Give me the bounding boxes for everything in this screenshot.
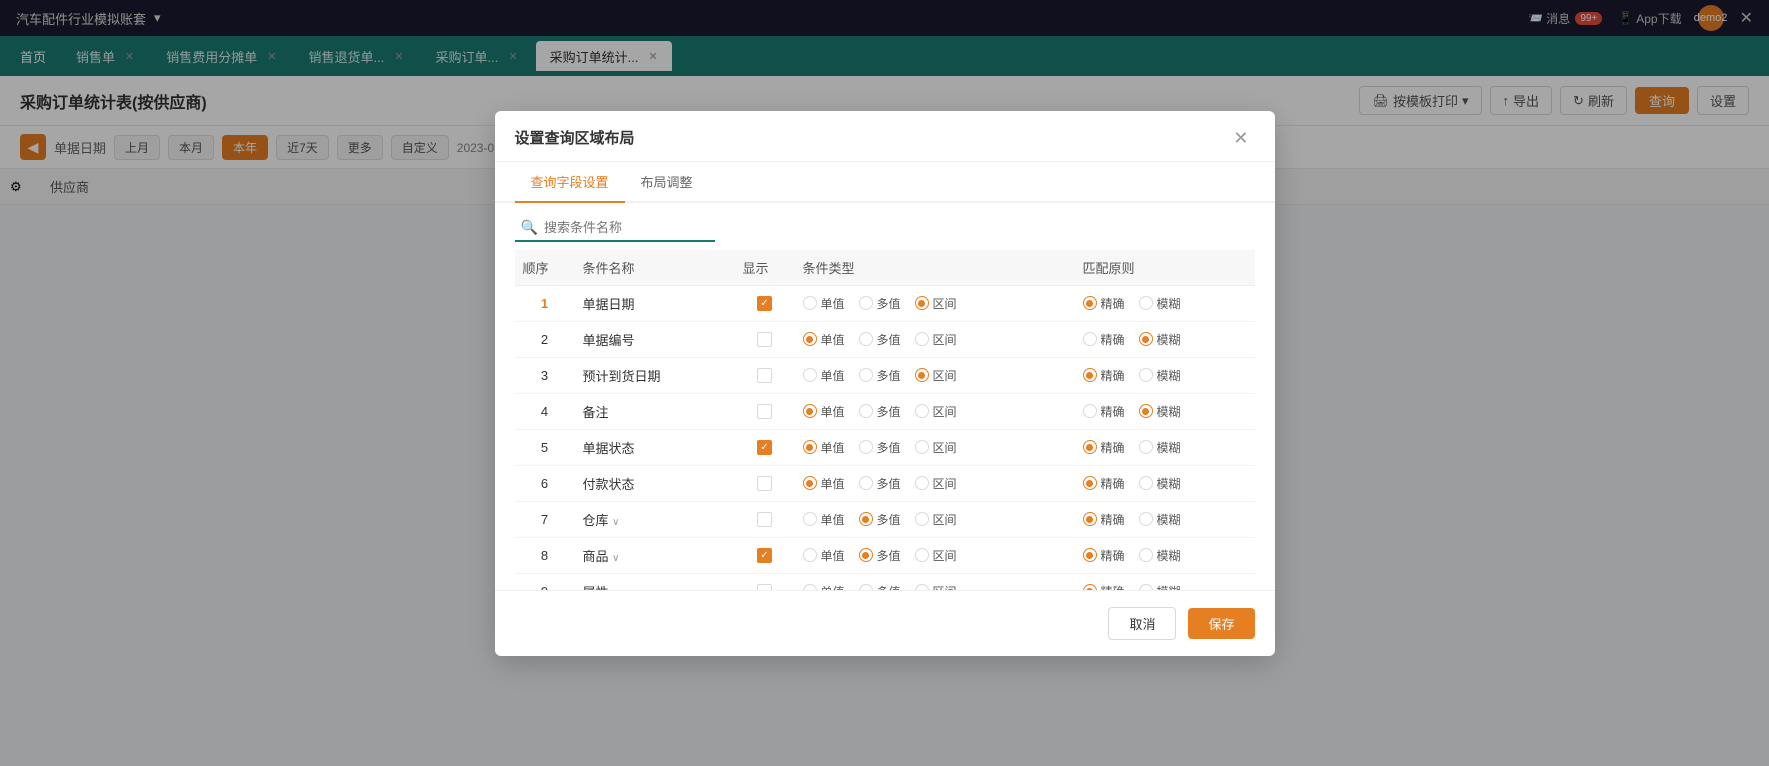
row-order-num: 5	[515, 440, 575, 455]
row-cond-type: 单值多值区间	[795, 439, 1075, 456]
row-display-checkbox[interactable]	[735, 476, 795, 491]
row-match-rule: 精确模糊	[1075, 439, 1275, 456]
row-match-rule: 精确模糊	[1075, 367, 1275, 384]
row-cond-type: 单值多值区间	[795, 295, 1075, 312]
col-header-match: 匹配原则	[1075, 258, 1275, 277]
table-row: 1单据日期单值多值区间精确模糊	[515, 286, 1255, 322]
modal-overlay: 设置查询区域布局 ✕ 查询字段设置 布局调整 🔍 顺序 条件名称	[0, 0, 1769, 766]
row-match-rule: 精确模糊	[1075, 331, 1275, 348]
dialog-header: 设置查询区域布局 ✕	[495, 111, 1275, 162]
row-cond-type: 单值多值区间	[795, 583, 1075, 590]
row-order-num: 2	[515, 332, 575, 347]
table-row: 4备注单值多值区间精确模糊	[515, 394, 1255, 430]
chevron-down-icon: ∨	[612, 517, 619, 528]
tab-layout-adjust[interactable]: 布局调整	[625, 162, 709, 203]
dialog-search-area: 🔍	[495, 203, 1275, 250]
col-header-condtype: 条件类型	[795, 258, 1075, 277]
row-cond-type: 单值多值区间	[795, 331, 1075, 348]
search-input[interactable]	[544, 220, 704, 235]
table-row: 7仓库 ∨单值多值区间精确模糊	[515, 502, 1255, 538]
col-header-name: 条件名称	[575, 258, 735, 277]
row-display-checkbox[interactable]	[735, 512, 795, 527]
row-order-num: 8	[515, 548, 575, 563]
row-condition-name: 属性 ∨	[575, 582, 735, 590]
row-condition-name: 付款状态	[575, 474, 735, 493]
row-order-num: 3	[515, 368, 575, 383]
dialog-rows-container: 1单据日期单值多值区间精确模糊2单据编号单值多值区间精确模糊3预计到货日期单值多…	[515, 286, 1255, 590]
table-row: 9属性 ∨单值多值区间精确模糊	[515, 574, 1255, 590]
row-cond-type: 单值多值区间	[795, 511, 1075, 528]
table-row: 3预计到货日期单值多值区间精确模糊	[515, 358, 1255, 394]
col-header-order: 顺序	[515, 258, 575, 277]
row-match-rule: 精确模糊	[1075, 511, 1275, 528]
row-condition-name: 单据编号	[575, 330, 735, 349]
chevron-down-icon: ∨	[612, 553, 619, 564]
cancel-button[interactable]: 取消	[1108, 607, 1176, 640]
row-display-checkbox[interactable]	[735, 332, 795, 347]
row-match-rule: 精确模糊	[1075, 295, 1275, 312]
row-match-rule: 精确模糊	[1075, 583, 1275, 590]
row-condition-name: 预计到货日期	[575, 366, 735, 385]
col-header-display: 显示	[735, 258, 795, 277]
row-cond-type: 单值多值区间	[795, 475, 1075, 492]
table-row: 8商品 ∨单值多值区间精确模糊	[515, 538, 1255, 574]
row-match-rule: 精确模糊	[1075, 403, 1275, 420]
dialog-table: 顺序 条件名称 显示 条件类型 匹配原则 1单据日期单值多值区间精确模糊2单据编…	[495, 250, 1275, 590]
row-order-num: 1	[515, 296, 575, 311]
row-display-checkbox[interactable]	[735, 440, 795, 455]
row-condition-name: 单据日期	[575, 294, 735, 313]
dialog-title: 设置查询区域布局	[515, 127, 635, 148]
row-condition-name: 单据状态	[575, 438, 735, 457]
table-row: 6付款状态单值多值区间精确模糊	[515, 466, 1255, 502]
save-button[interactable]: 保存	[1188, 608, 1254, 639]
tab-query-fields[interactable]: 查询字段设置	[515, 162, 625, 203]
search-input-wrap[interactable]: 🔍	[515, 215, 715, 242]
row-display-checkbox[interactable]	[735, 404, 795, 419]
row-display-checkbox[interactable]	[735, 296, 795, 311]
dialog-table-header: 顺序 条件名称 显示 条件类型 匹配原则	[515, 250, 1255, 286]
row-order-num: 7	[515, 512, 575, 527]
row-condition-name: 商品 ∨	[575, 546, 735, 565]
row-order-num: 6	[515, 476, 575, 491]
row-display-checkbox[interactable]	[735, 548, 795, 563]
row-cond-type: 单值多值区间	[795, 547, 1075, 564]
table-row: 5单据状态单值多值区间精确模糊	[515, 430, 1255, 466]
row-match-rule: 精确模糊	[1075, 547, 1275, 564]
row-match-rule: 精确模糊	[1075, 475, 1275, 492]
table-row: 2单据编号单值多值区间精确模糊	[515, 322, 1255, 358]
dialog-close-button[interactable]: ✕	[1227, 127, 1254, 149]
settings-dialog: 设置查询区域布局 ✕ 查询字段设置 布局调整 🔍 顺序 条件名称	[495, 111, 1275, 656]
dialog-footer: 取消 保存	[495, 590, 1275, 656]
row-cond-type: 单值多值区间	[795, 403, 1075, 420]
search-icon: 🔍	[521, 219, 538, 236]
row-order-num: 4	[515, 404, 575, 419]
row-cond-type: 单值多值区间	[795, 367, 1075, 384]
row-condition-name: 备注	[575, 402, 735, 421]
row-display-checkbox[interactable]	[735, 368, 795, 383]
row-condition-name: 仓库 ∨	[575, 510, 735, 529]
dialog-tabs: 查询字段设置 布局调整	[495, 162, 1275, 203]
